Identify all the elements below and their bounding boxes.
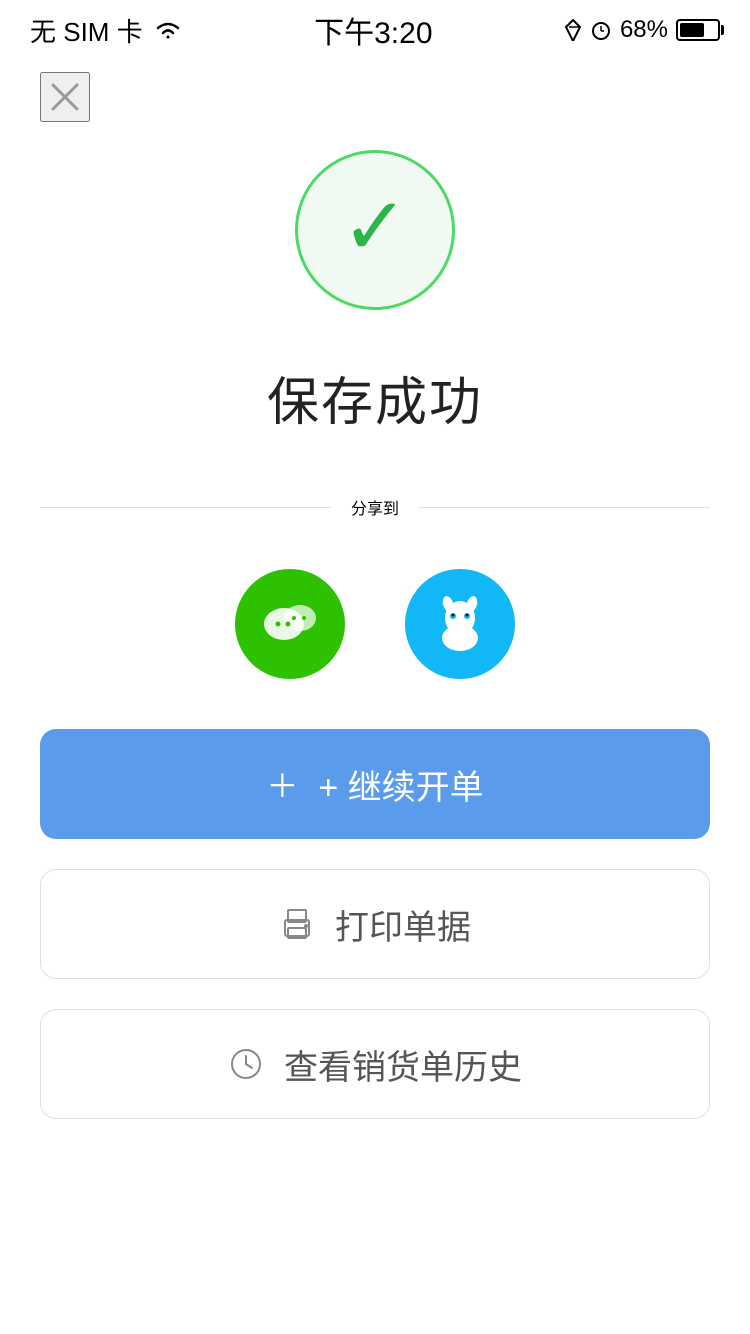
battery-percent: 68%: [620, 16, 668, 44]
continue-label: + 继续开单: [318, 760, 483, 809]
carrier-text: 无 SIM 卡: [30, 12, 143, 49]
clock-icon: [228, 1046, 264, 1082]
print-label: 打印单据: [335, 900, 471, 949]
qq-icon: [428, 592, 493, 657]
close-icon: [47, 79, 83, 115]
history-button[interactable]: 查看销货单历史: [40, 1009, 710, 1119]
wifi-icon: [153, 19, 183, 41]
share-icons: [40, 569, 710, 679]
wechat-share-button[interactable]: [235, 569, 345, 679]
qq-share-button[interactable]: [405, 569, 515, 679]
status-time: 下午3:20: [314, 8, 432, 52]
status-right: 68%: [564, 16, 720, 44]
status-left: 无 SIM 卡: [30, 12, 183, 49]
success-title: 保存成功: [267, 360, 483, 435]
print-button[interactable]: 打印单据: [40, 869, 710, 979]
share-section: 分享到: [0, 495, 750, 679]
status-bar: 无 SIM 卡 下午3:20 68%: [0, 0, 750, 60]
checkmark-icon: ✓: [341, 187, 408, 267]
printer-icon: [279, 906, 315, 942]
share-label: 分享到: [351, 495, 399, 519]
alarm-icon: [590, 19, 612, 41]
action-buttons: ＋ + 继续开单 打印单据 查看销货单历史: [0, 729, 750, 1119]
success-icon-circle: ✓: [295, 150, 455, 310]
close-button[interactable]: [40, 72, 90, 122]
share-divider: 分享到: [40, 495, 710, 519]
location-icon: [564, 19, 582, 41]
battery-icon: [676, 19, 720, 41]
continue-button[interactable]: ＋ + 继续开单: [40, 729, 710, 839]
wechat-icon: [258, 592, 323, 657]
plus-icon: ＋: [266, 761, 298, 807]
history-label: 查看销货单历史: [284, 1040, 522, 1089]
main-content: ✓ 保存成功 分享到: [0, 60, 750, 1119]
